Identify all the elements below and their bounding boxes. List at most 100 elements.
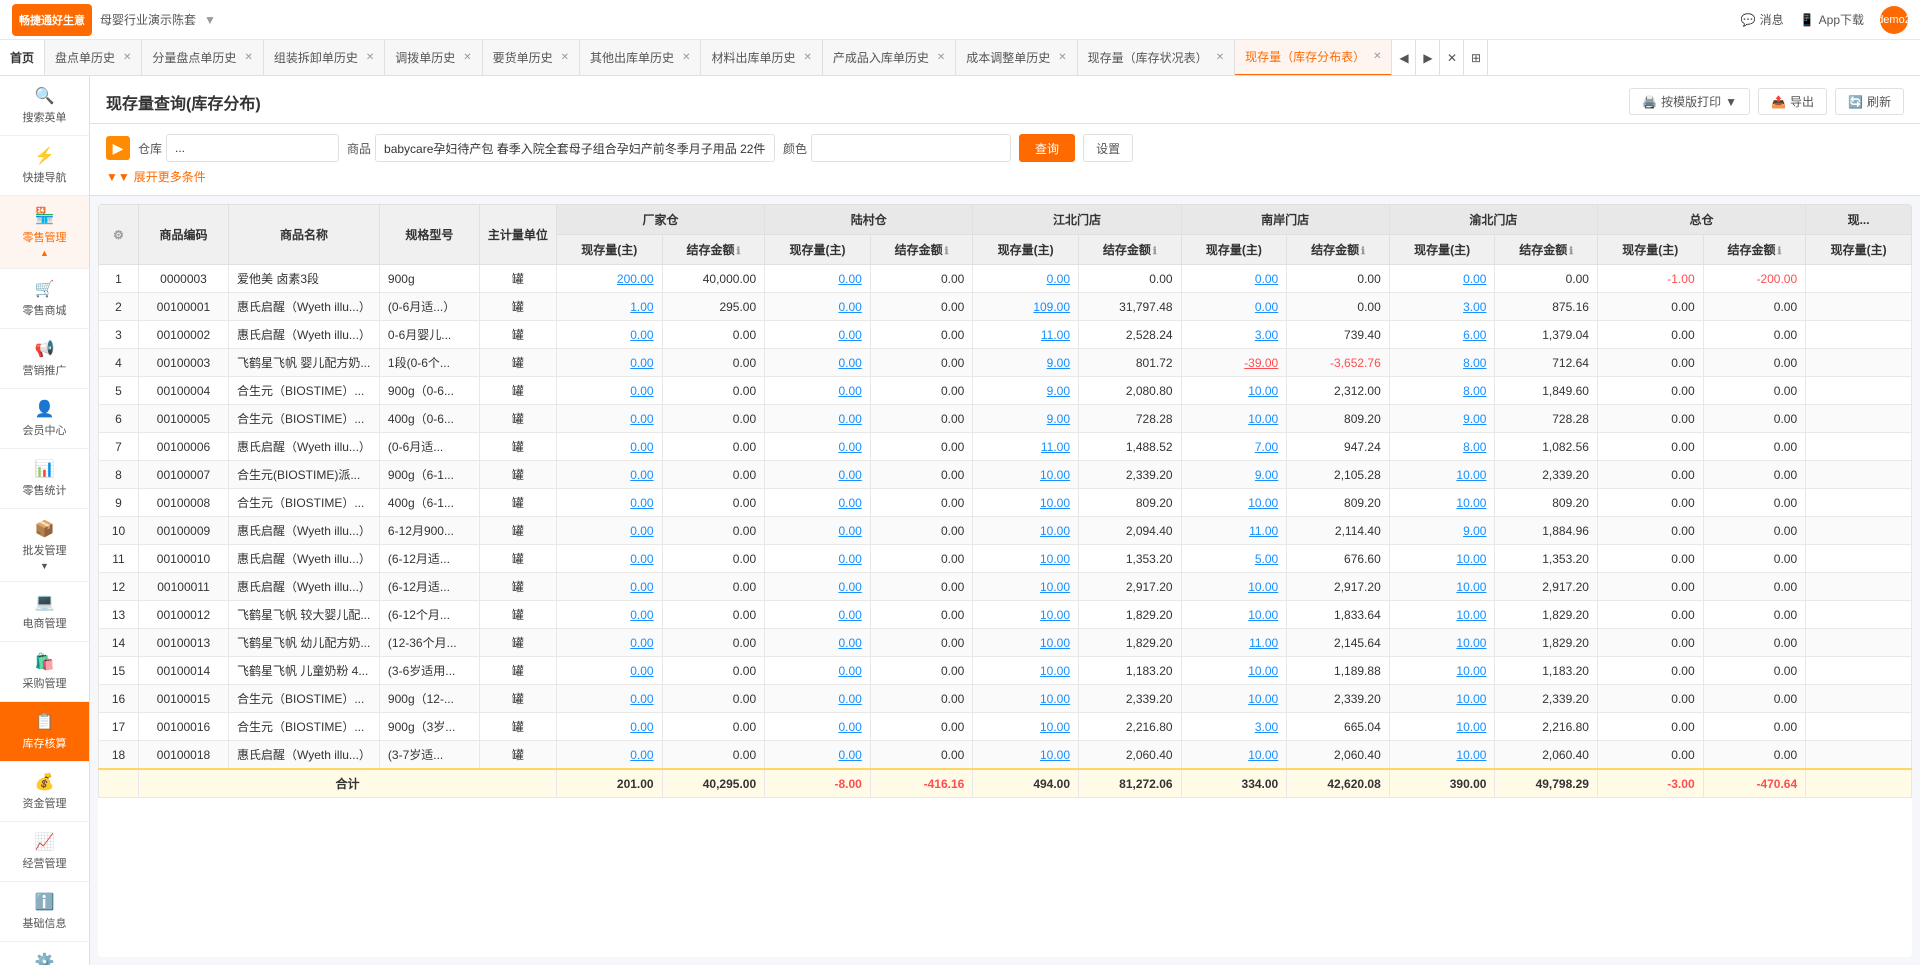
qty-link[interactable]: 0.00 — [1047, 272, 1070, 286]
qty-link[interactable]: 0.00 — [630, 664, 653, 678]
tab-sub-inventory[interactable]: 分量盘点单历史✕ — [142, 40, 263, 76]
qty-link[interactable]: 0.00 — [838, 608, 861, 622]
sidebar-item-base[interactable]: ℹ️ 基础信息 — [0, 882, 89, 942]
qty-link[interactable]: 0.00 — [630, 468, 653, 482]
qty-link[interactable]: 1.00 — [630, 300, 653, 314]
info-icon[interactable]: ℹ — [1569, 246, 1573, 257]
qty-link[interactable]: 0.00 — [1255, 300, 1278, 314]
sidebar-item-retail[interactable]: 🏪 零售管理 ▲ — [0, 196, 89, 269]
sidebar-item-wholesale[interactable]: 📦 批发管理 ▼ — [0, 509, 89, 582]
qty-link[interactable]: 10.00 — [1248, 748, 1278, 762]
tab-cost-adjust[interactable]: 成本调整单历史✕ — [956, 40, 1077, 76]
tab-expand-btn[interactable]: ⊞ — [1464, 40, 1488, 76]
tab-requisition[interactable]: 要货单历史✕ — [483, 40, 580, 76]
qty-link[interactable]: 0.00 — [838, 468, 861, 482]
qty-link[interactable]: 109.00 — [1033, 300, 1070, 314]
tab-other-out[interactable]: 其他出库单历史✕ — [580, 40, 701, 76]
close-icon[interactable]: ✕ — [682, 52, 690, 63]
qty-link[interactable]: 0.00 — [838, 720, 861, 734]
message-btn[interactable]: 💬 消息 — [1741, 11, 1784, 28]
qty-link[interactable]: -39.00 — [1244, 356, 1278, 370]
qty-link[interactable]: 10.00 — [1456, 468, 1486, 482]
qty-link[interactable]: 10.00 — [1456, 748, 1486, 762]
goods-input[interactable] — [375, 134, 775, 162]
qty-link[interactable]: 0.00 — [630, 720, 653, 734]
sidebar-item-ops[interactable]: 📈 经营管理 — [0, 822, 89, 882]
filter-toggle-btn[interactable]: ▶ — [106, 136, 130, 160]
qty-link[interactable]: 10.00 — [1040, 580, 1070, 594]
qty-link[interactable]: 10.00 — [1248, 580, 1278, 594]
close-icon[interactable]: ✕ — [123, 52, 131, 63]
sidebar-item-marketing[interactable]: 📢 营销推广 — [0, 329, 89, 389]
qty-link[interactable]: 9.00 — [1047, 384, 1070, 398]
qty-link[interactable]: 11.00 — [1041, 440, 1070, 454]
qty-link[interactable]: 10.00 — [1456, 636, 1486, 650]
qty-link[interactable]: 0.00 — [838, 748, 861, 762]
qty-link[interactable]: 10.00 — [1456, 664, 1486, 678]
qty-link[interactable]: 10.00 — [1456, 608, 1486, 622]
sidebar-item-member[interactable]: 👤 会员中心 — [0, 389, 89, 449]
qty-link[interactable]: 10.00 — [1456, 720, 1486, 734]
tab-material-out[interactable]: 材料出库单历史✕ — [701, 40, 822, 76]
tab-close-all-btn[interactable]: ✕ — [1440, 40, 1464, 76]
qty-link[interactable]: 11.00 — [1249, 636, 1278, 650]
info-icon[interactable]: ℹ — [736, 246, 740, 257]
sidebar-item-mall[interactable]: 🛒 零售商城 — [0, 269, 89, 329]
qty-link[interactable]: 0.00 — [838, 580, 861, 594]
qty-link[interactable]: 0.00 — [630, 412, 653, 426]
info-icon[interactable]: ℹ — [1361, 246, 1365, 257]
qty-link[interactable]: 10.00 — [1040, 608, 1070, 622]
qty-link[interactable]: 3.00 — [1463, 300, 1486, 314]
qty-link[interactable]: 10.00 — [1040, 748, 1070, 762]
tab-next-btn[interactable]: ▶ — [1416, 40, 1440, 76]
close-icon[interactable]: ✕ — [561, 52, 569, 63]
qty-link[interactable]: 10.00 — [1456, 692, 1486, 706]
close-icon[interactable]: ✕ — [1058, 52, 1066, 63]
qty-link[interactable]: 10.00 — [1040, 468, 1070, 482]
qty-link[interactable]: 10.00 — [1040, 636, 1070, 650]
sidebar-item-inventory[interactable]: 📋 库存核算 — [0, 702, 89, 762]
tab-transfer[interactable]: 调拨单历史✕ — [385, 40, 482, 76]
app-download-btn[interactable]: 📱 App下载 — [1800, 11, 1864, 28]
qty-link[interactable]: 9.00 — [1047, 356, 1070, 370]
qty-link[interactable]: 0.00 — [838, 356, 861, 370]
sidebar-item-finance[interactable]: 💰 资金管理 — [0, 762, 89, 822]
qty-link[interactable]: 10.00 — [1456, 552, 1486, 566]
qty-link[interactable]: 7.00 — [1255, 440, 1278, 454]
qty-link[interactable]: 0.00 — [838, 328, 861, 342]
qty-link[interactable]: 0.00 — [630, 440, 653, 454]
print-btn[interactable]: 🖨️ 按模版打印 ▼ — [1629, 88, 1750, 115]
close-icon[interactable]: ✕ — [366, 52, 374, 63]
close-icon[interactable]: ✕ — [937, 52, 945, 63]
qty-link[interactable]: 11.00 — [1041, 328, 1070, 342]
qty-link[interactable]: 0.00 — [630, 524, 653, 538]
qty-link[interactable]: 0.00 — [630, 356, 653, 370]
qty-link[interactable]: 10.00 — [1040, 496, 1070, 510]
qty-link[interactable]: 3.00 — [1255, 720, 1278, 734]
company-selector[interactable]: 母婴行业演示陈套 — [100, 11, 196, 28]
qty-link[interactable]: 0.00 — [838, 384, 861, 398]
close-icon[interactable]: ✕ — [1373, 51, 1381, 62]
qty-link[interactable]: 200.00 — [617, 272, 654, 286]
sidebar-item-ecom[interactable]: 💻 电商管理 — [0, 582, 89, 642]
qty-link[interactable]: 10.00 — [1248, 412, 1278, 426]
qty-link[interactable]: 9.00 — [1047, 412, 1070, 426]
qty-link[interactable]: 0.00 — [630, 748, 653, 762]
qty-link[interactable]: 0.00 — [630, 692, 653, 706]
tab-product-in[interactable]: 产成品入库单历史✕ — [823, 40, 956, 76]
color-input[interactable] — [811, 134, 1011, 162]
qty-link[interactable]: 0.00 — [838, 272, 861, 286]
qty-link[interactable]: 0.00 — [630, 384, 653, 398]
qty-link[interactable]: 0.00 — [1463, 272, 1486, 286]
qty-link[interactable]: 10.00 — [1248, 496, 1278, 510]
tab-prev-btn[interactable]: ◀ — [1392, 40, 1416, 76]
qty-link[interactable]: 0.00 — [630, 636, 653, 650]
qty-link[interactable]: 10.00 — [1456, 496, 1486, 510]
qty-link[interactable]: 9.00 — [1463, 412, 1486, 426]
qty-link[interactable]: 0.00 — [1255, 272, 1278, 286]
qty-link[interactable]: 0.00 — [838, 524, 861, 538]
setting-btn[interactable]: 设置 — [1083, 134, 1133, 162]
info-icon[interactable]: ℹ — [945, 246, 949, 257]
close-icon[interactable]: ✕ — [463, 52, 471, 63]
qty-link[interactable]: 9.00 — [1255, 468, 1278, 482]
